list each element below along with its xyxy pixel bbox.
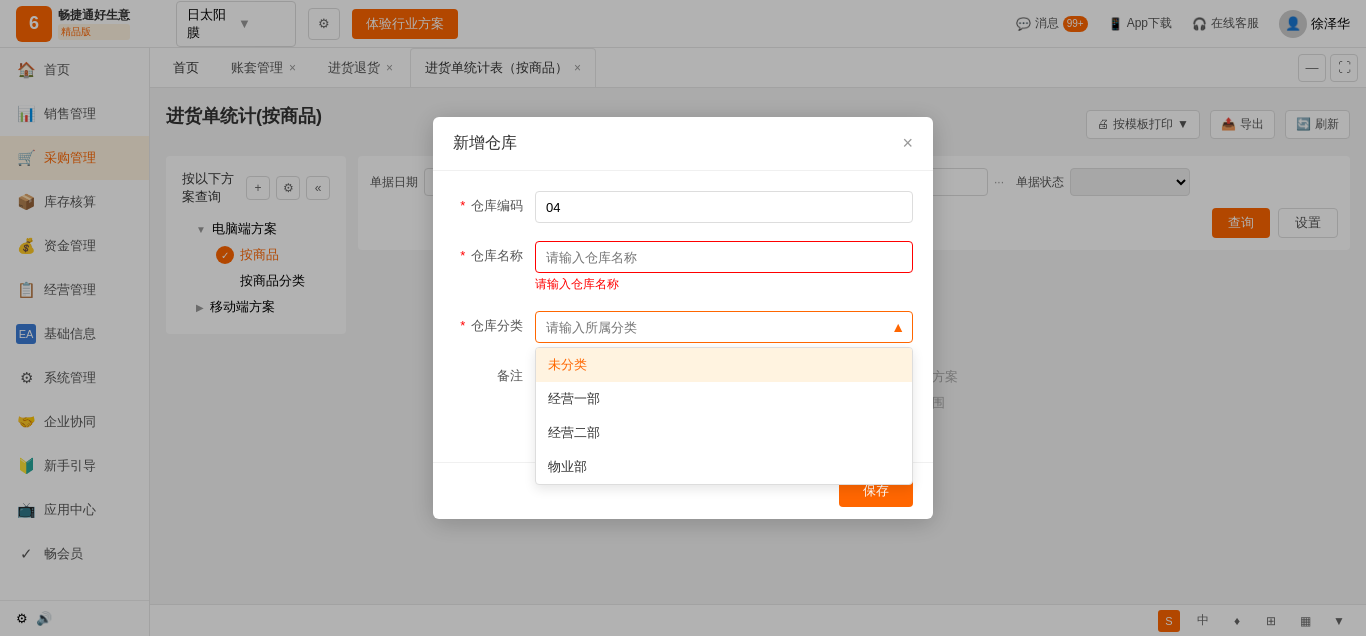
modal-close-button[interactable]: × <box>902 133 913 154</box>
modal-dialog: 新增仓库 × * 仓库编码 * 仓库名称 <box>433 117 933 519</box>
name-error-msg: 请输入仓库名称 <box>535 276 913 293</box>
code-field <box>535 191 913 223</box>
dropdown-item-1[interactable]: 经营一部 <box>536 382 912 416</box>
dropdown-item-0[interactable]: 未分类 <box>536 348 912 382</box>
category-field: ▲ 未分类 经营一部 经营二部 物业部 <box>535 311 913 343</box>
dropdown-item-2[interactable]: 经营二部 <box>536 416 912 450</box>
form-row-code: * 仓库编码 <box>453 191 913 223</box>
modal-title: 新增仓库 <box>453 133 517 154</box>
modal-overlay: 新增仓库 × * 仓库编码 * 仓库名称 <box>0 0 1366 636</box>
category-dropdown: 未分类 经营一部 经营二部 物业部 <box>535 347 913 485</box>
name-field: 请输入仓库名称 <box>535 241 913 293</box>
modal-body: * 仓库编码 * 仓库名称 请输入仓库名称 <box>433 171 933 462</box>
category-label: 仓库分类 <box>471 318 523 333</box>
category-input[interactable] <box>535 311 913 343</box>
code-input[interactable] <box>535 191 913 223</box>
name-label: 仓库名称 <box>471 248 523 263</box>
category-dropdown-arrow: ▲ <box>891 319 905 335</box>
form-row-name: * 仓库名称 请输入仓库名称 <box>453 241 913 293</box>
dropdown-item-3[interactable]: 物业部 <box>536 450 912 484</box>
modal-header: 新增仓库 × <box>433 117 933 171</box>
form-row-category: * 仓库分类 ▲ 未分类 经营一部 经营二部 物业部 <box>453 311 913 343</box>
code-label: 仓库编码 <box>471 198 523 213</box>
remark-label: 备注 <box>497 368 523 383</box>
name-input[interactable] <box>535 241 913 273</box>
